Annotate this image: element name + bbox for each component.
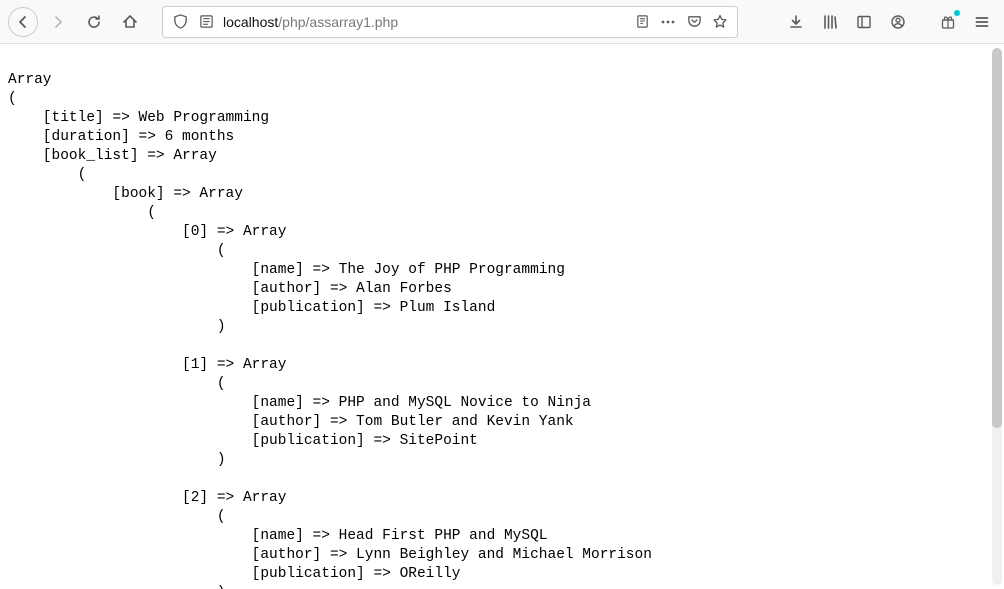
sidebar-icon[interactable] [850,8,878,36]
shield-icon[interactable] [171,13,189,31]
reader-mode-icon[interactable] [633,13,651,31]
site-info-icon[interactable] [197,13,215,31]
page-viewport: Array ( [title] => Web Programming [dura… [0,44,1004,589]
whatsnew-icon[interactable] [934,8,962,36]
url-text: localhost/php/assarray1.php [223,14,625,30]
vertical-scrollbar[interactable] [992,48,1002,585]
browser-toolbar: localhost/php/assarray1.php [0,0,1004,44]
app-menu-icon[interactable] [968,8,996,36]
downloads-icon[interactable] [782,8,810,36]
account-icon[interactable] [884,8,912,36]
php-print-r-output: Array ( [title] => Web Programming [dura… [0,59,1004,589]
library-icon[interactable] [816,8,844,36]
pocket-icon[interactable] [685,13,703,31]
scrollbar-thumb[interactable] [992,48,1002,428]
toolbar-right [782,8,996,36]
forward-button[interactable] [42,6,74,38]
reload-button[interactable] [78,6,110,38]
bookmark-star-icon[interactable] [711,13,729,31]
url-bar[interactable]: localhost/php/assarray1.php [162,6,738,38]
back-button[interactable] [8,7,38,37]
page-actions-icon[interactable] [659,13,677,31]
home-button[interactable] [114,6,146,38]
